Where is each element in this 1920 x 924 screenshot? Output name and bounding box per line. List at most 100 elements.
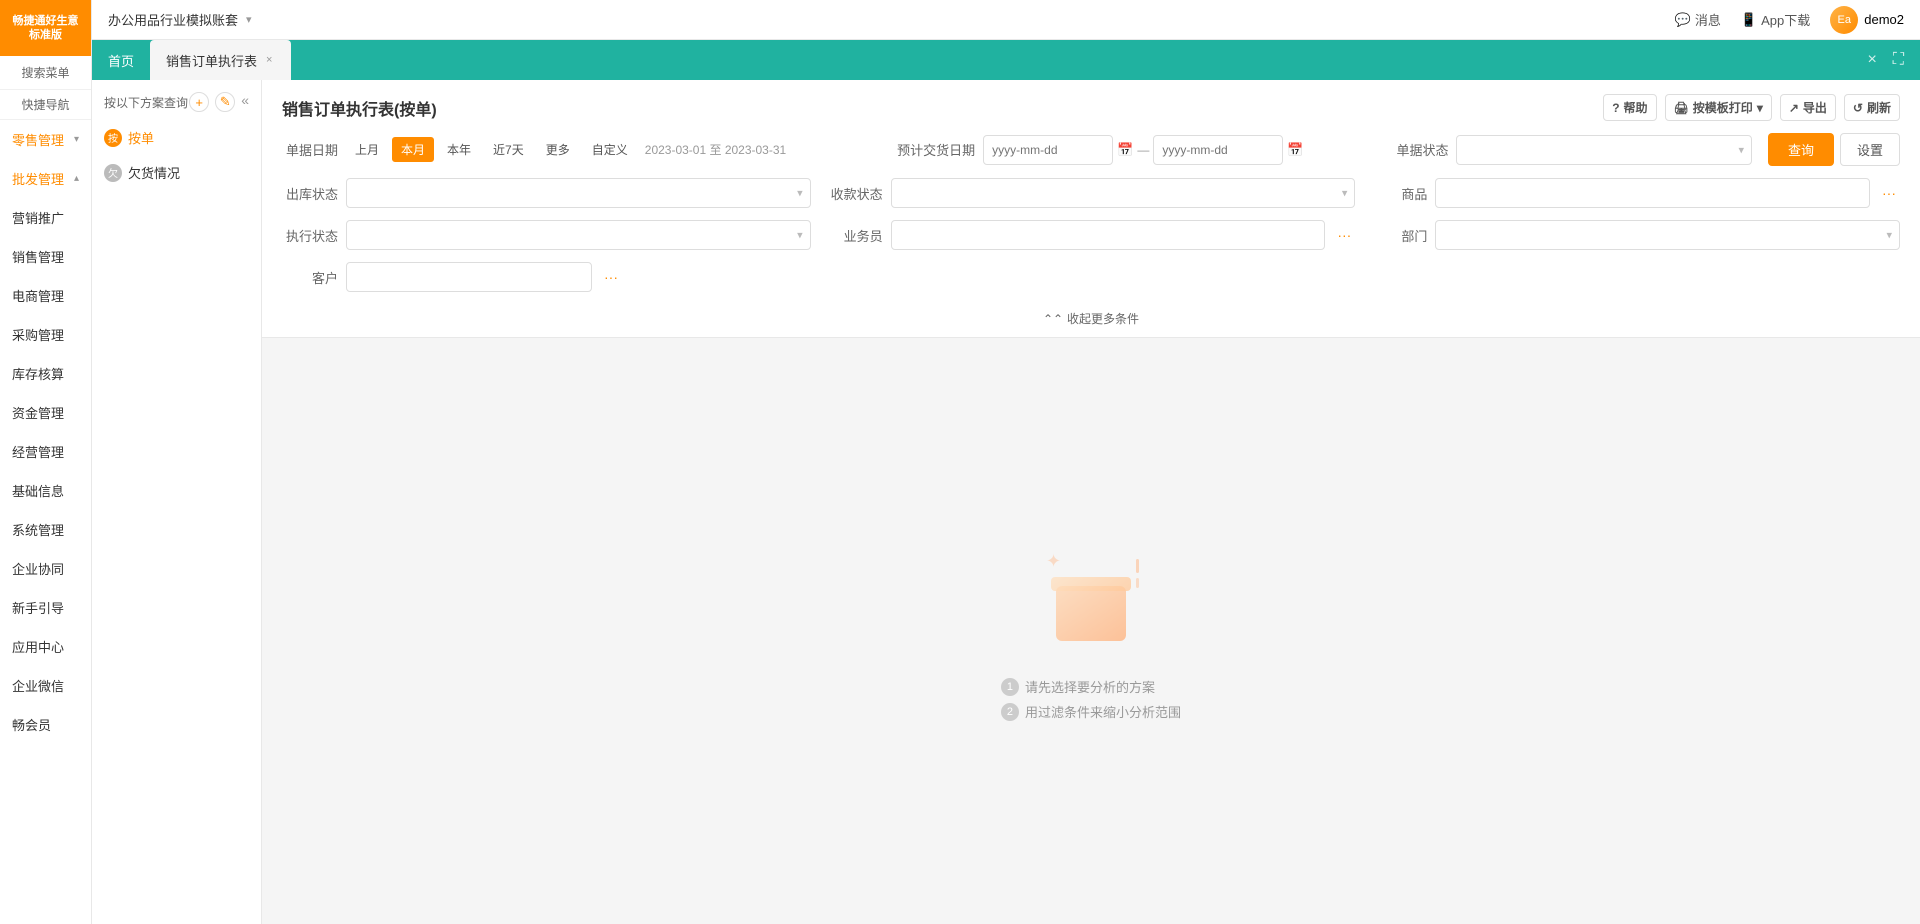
page-content: 按以下方案查询 + ✎ « 按 按单 欠 — [92, 80, 1920, 924]
tab-sales-order-label: 销售订单执行表 — [166, 51, 257, 70]
exec-status-select[interactable] — [346, 220, 811, 250]
settings-button[interactable]: 设置 — [1840, 133, 1900, 166]
refresh-btn[interactable]: ↺ 刷新 — [1844, 94, 1900, 121]
dept-select-wrapper — [1435, 220, 1900, 250]
page-title: 销售订单执行表(按单) — [282, 96, 437, 120]
collapse-more-btn[interactable]: ⌃⌃ 收起更多条件 — [282, 304, 1900, 337]
expected-date-start[interactable] — [983, 135, 1113, 165]
search-row-4: 客户 ··· — [282, 262, 1900, 292]
query-button[interactable]: 查询 — [1768, 133, 1834, 166]
goods-input[interactable] — [1435, 178, 1870, 208]
sidebar-item-label: 批发管理 — [12, 169, 64, 188]
collapse-label: 收起更多条件 — [1067, 310, 1139, 327]
edit-icon: ✎ — [220, 94, 231, 110]
field-group-goods: 商品 ··· — [1371, 178, 1900, 208]
dept-select[interactable] — [1435, 220, 1900, 250]
page-title-bar: 销售订单执行表(按单) ? 帮助 🖨 按模板打印 ▾ ↗ — [282, 94, 1900, 121]
industry-dropdown-icon[interactable]: ▾ — [246, 13, 252, 26]
app-download-btn[interactable]: 📱 App下载 — [1741, 10, 1810, 29]
message-label: 消息 — [1695, 10, 1721, 29]
sidebar-item-system[interactable]: 系统管理 — [0, 510, 91, 549]
salesperson-input[interactable] — [891, 220, 1326, 250]
sidebar-item-member[interactable]: 畅会员 — [0, 705, 91, 744]
sidebar-item-label: 采购管理 — [12, 325, 64, 344]
order-status-label: 单据状态 — [1392, 140, 1448, 159]
plan-label-shortage: 欠货情况 — [128, 163, 180, 182]
tab-close-icon[interactable]: × — [263, 53, 275, 67]
field-group-customer: 客户 ··· — [282, 262, 622, 292]
sidebar-item-ecommerce[interactable]: 电商管理 — [0, 276, 91, 315]
window-close-btn[interactable]: × — [1863, 49, 1880, 71]
message-btn[interactable]: 💬 消息 — [1675, 10, 1721, 29]
payment-status-select[interactable] — [891, 178, 1356, 208]
sidebar-item-sales[interactable]: 销售管理 — [0, 237, 91, 276]
print-arrow-icon: ▾ — [1757, 101, 1763, 115]
salesperson-dots-btn[interactable]: ··· — [1333, 227, 1355, 243]
exec-status-select-wrapper — [346, 220, 811, 250]
tab-home-label: 首页 — [108, 51, 134, 70]
print-icon: 🖨 — [1674, 101, 1689, 115]
help-label: 帮助 — [1624, 99, 1648, 116]
sidebar-item-apps[interactable]: 应用中心 — [0, 627, 91, 666]
empty-tips: 1 请先选择要分析的方案 2 用过滤条件来缩小分析范围 — [1001, 677, 1181, 721]
help-btn[interactable]: ? 帮助 — [1603, 94, 1656, 121]
date-range-separator: — — [1137, 143, 1149, 157]
tip-text-1: 请先选择要分析的方案 — [1025, 677, 1155, 696]
sidebar-item-basic[interactable]: 基础信息 — [0, 471, 91, 510]
export-btn[interactable]: ↗ 导出 — [1780, 94, 1836, 121]
sidebar-quick-nav[interactable]: 快捷导航 — [0, 90, 91, 120]
window-maximize-btn[interactable]: ⛶ — [1889, 49, 1908, 71]
sidebar-item-operations[interactable]: 经营管理 — [0, 432, 91, 471]
sidebar-item-enterprise[interactable]: 企业协同 — [0, 549, 91, 588]
date-btn-thisyear[interactable]: 本年 — [438, 137, 480, 162]
date-btn-custom[interactable]: 自定义 — [583, 137, 637, 162]
date-btn-more[interactable]: 更多 — [537, 137, 579, 162]
sidebar-item-label: 基础信息 — [12, 481, 64, 500]
message-icon: 💬 — [1675, 12, 1691, 28]
plan-item-by-order[interactable]: 按 按单 — [92, 120, 261, 155]
chevron-up-icon: ▴ — [74, 173, 79, 184]
sidebar-item-wholesale[interactable]: 批发管理 ▴ — [0, 159, 91, 198]
date-btn-thismonth[interactable]: 本月 — [392, 137, 434, 162]
refresh-label: 刷新 — [1867, 99, 1891, 116]
panel-title: 按以下方案查询 — [104, 94, 188, 111]
sidebar-item-finance[interactable]: 资金管理 — [0, 393, 91, 432]
quick-nav-label: 快捷导航 — [21, 98, 69, 112]
tab-home[interactable]: 首页 — [92, 40, 150, 80]
logo-text: 畅捷通好生意 标准版 — [6, 14, 85, 43]
user-area[interactable]: Ea demo2 — [1830, 6, 1904, 34]
customer-input[interactable] — [346, 262, 592, 292]
field-group-payment-status: 收款状态 — [827, 178, 1356, 208]
date-btn-lastmonth[interactable]: 上月 — [346, 137, 388, 162]
order-status-select[interactable] — [1456, 135, 1752, 165]
username: demo2 — [1864, 12, 1904, 27]
goods-dots-btn[interactable]: ··· — [1878, 185, 1900, 201]
top-header: 办公用品行业模拟账套 ▾ 💬 消息 📱 App下载 Ea demo2 — [92, 0, 1920, 40]
sidebar-item-purchase[interactable]: 采购管理 — [0, 315, 91, 354]
add-plan-btn[interactable]: + — [189, 92, 209, 112]
right-content: 销售订单执行表(按单) ? 帮助 🖨 按模板打印 ▾ ↗ — [262, 80, 1920, 924]
tab-sales-order[interactable]: 销售订单执行表 × — [150, 40, 291, 80]
sidebar-item-marketing[interactable]: 营销推广 — [0, 198, 91, 237]
print-btn[interactable]: 🖨 按模板打印 ▾ — [1665, 94, 1772, 121]
field-group-salesperson: 业务员 ··· — [827, 220, 1356, 250]
sidebar-item-inventory[interactable]: 库存核算 — [0, 354, 91, 393]
sidebar-item-wechat[interactable]: 企业微信 — [0, 666, 91, 705]
date-btn-7days[interactable]: 近7天 — [484, 137, 533, 162]
chevron-down-icon: ▾ — [74, 134, 79, 145]
customer-dots-btn[interactable]: ··· — [600, 269, 622, 285]
edit-plan-btn[interactable]: ✎ — [215, 92, 235, 112]
collapse-panel-btn[interactable]: « — [241, 92, 249, 112]
sparkle-icon: ✦ — [1046, 551, 1061, 572]
page-title-actions: ? 帮助 🖨 按模板打印 ▾ ↗ 导出 ↺ — [1603, 94, 1900, 121]
expected-date-label: 预计交货日期 — [897, 140, 975, 159]
help-icon: ? — [1612, 101, 1619, 115]
expected-date-end[interactable] — [1153, 135, 1283, 165]
panel-header: 按以下方案查询 + ✎ « — [92, 92, 261, 120]
stock-status-select[interactable] — [346, 178, 811, 208]
sidebar-item-retail[interactable]: 零售管理 ▾ — [0, 120, 91, 159]
plan-item-shortage[interactable]: 欠 欠货情况 — [92, 155, 261, 190]
sidebar-item-newbie[interactable]: 新手引导 — [0, 588, 91, 627]
dept-label: 部门 — [1371, 226, 1427, 245]
sidebar-search[interactable]: 搜索菜单 — [0, 56, 91, 90]
